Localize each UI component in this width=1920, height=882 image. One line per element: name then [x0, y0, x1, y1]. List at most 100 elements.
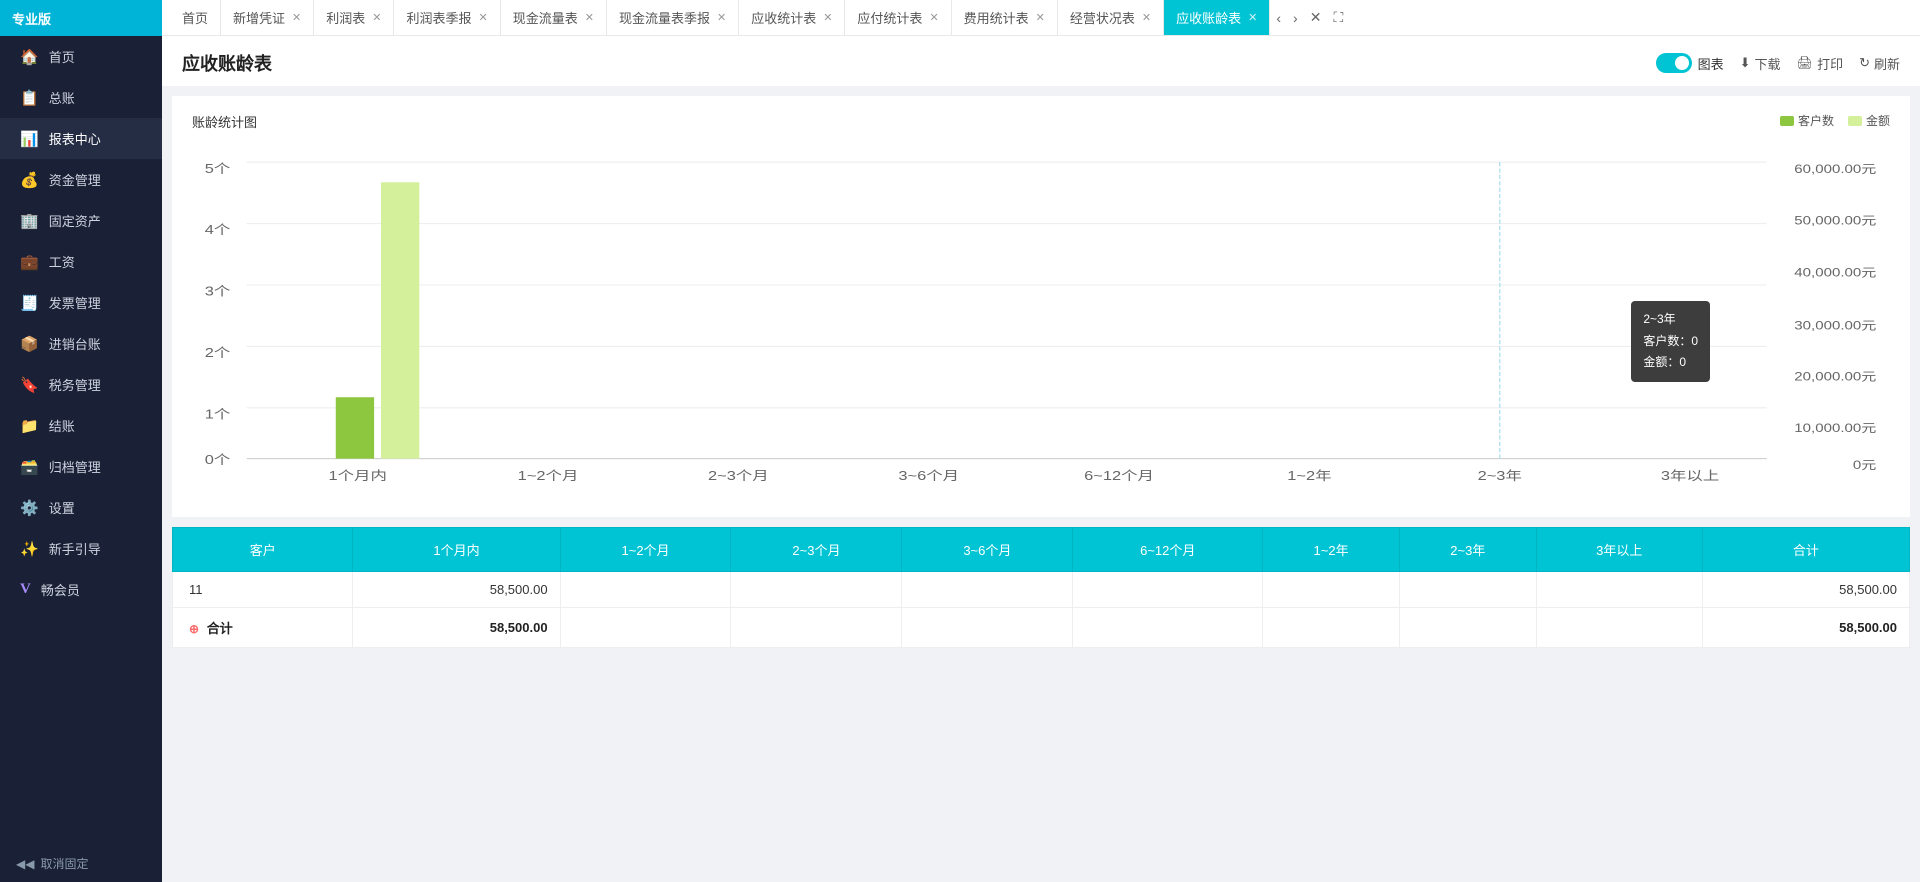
table-wrap: 客户 1个月内 1~2个月 2~3个月 3~6个月 6~12个月 1~2年 2~…: [172, 527, 1910, 648]
print-button[interactable]: 🖨 打印: [1797, 54, 1844, 73]
footer-total: 58,500.00: [1702, 608, 1909, 648]
legend-amount-color: [1848, 116, 1862, 126]
cell-y12: [1263, 572, 1400, 608]
col-m612: 6~12个月: [1073, 528, 1263, 572]
sidebar-item-assets[interactable]: 🏢 固定资产: [0, 200, 162, 241]
tab-receivable-stat[interactable]: 应收统计表 ✕: [739, 0, 845, 36]
svg-text:1个月内: 1个月内: [328, 469, 386, 484]
footer-label: ⊕ 合计: [173, 608, 353, 648]
tab-payable-stat[interactable]: 应付统计表 ✕: [845, 0, 951, 36]
tab-close-new-voucher[interactable]: ✕: [292, 11, 301, 24]
sidebar-item-archive[interactable]: 🗃️ 归档管理: [0, 446, 162, 487]
cell-m612: [1073, 572, 1263, 608]
tab-close-cashflow[interactable]: ✕: [585, 11, 594, 24]
download-button[interactable]: ⬇ 下载: [1740, 54, 1781, 73]
sidebar-item-invoice[interactable]: 🧾 发票管理: [0, 282, 162, 323]
cell-y3plus: [1536, 572, 1702, 608]
tab-cashflow-quarterly[interactable]: 现金流量表季报 ✕: [607, 0, 739, 36]
sidebar-item-vip[interactable]: V 畅会员: [0, 569, 162, 610]
bar-amount-0: [381, 182, 419, 458]
footer-m612: [1073, 608, 1263, 648]
salary-icon: 💼: [20, 253, 39, 271]
tax-icon: 🔖: [20, 376, 39, 394]
legend-customers: 客户数: [1780, 112, 1834, 129]
tab-close-cashflow-quarterly[interactable]: ✕: [717, 11, 726, 24]
chart-toggle[interactable]: [1656, 53, 1692, 73]
svg-text:4个: 4个: [205, 223, 231, 238]
sidebar-item-guide[interactable]: ✨ 新手引导: [0, 528, 162, 569]
table-footer-row: ⊕ 合计 58,500.00 58,500.00: [173, 608, 1910, 648]
svg-text:20,000.00元: 20,000.00元: [1794, 370, 1876, 383]
sidebar-item-close[interactable]: 📁 结账: [0, 405, 162, 446]
col-y3plus: 3年以上: [1536, 528, 1702, 572]
tab-cashflow[interactable]: 现金流量表 ✕: [501, 0, 607, 36]
cell-m12: [560, 572, 731, 608]
sidebar-item-inventory[interactable]: 📦 进销台账: [0, 323, 162, 364]
footer-y12: [1263, 608, 1400, 648]
settings-icon: ⚙️: [20, 499, 39, 517]
tab-close-profit[interactable]: ✕: [372, 11, 381, 24]
inventory-icon: 📦: [20, 335, 39, 353]
tab-expense-stat[interactable]: 费用统计表 ✕: [952, 0, 1058, 36]
assets-icon: 🏢: [20, 212, 39, 230]
svg-text:5个: 5个: [205, 162, 231, 177]
sidebar-item-tax[interactable]: 🔖 税务管理: [0, 364, 162, 405]
cell-m23: [731, 572, 902, 608]
svg-text:0元: 0元: [1853, 459, 1876, 472]
sidebar-item-ledger[interactable]: 📋 总账: [0, 77, 162, 118]
tab-close-business-stat[interactable]: ✕: [1142, 11, 1151, 24]
tab-ar-aging[interactable]: 应收账龄表 ✕: [1164, 0, 1270, 36]
cell-customer: 11: [173, 572, 353, 608]
vip-icon: V: [20, 581, 31, 598]
svg-text:3个: 3个: [205, 284, 231, 299]
tab-home[interactable]: 首页: [170, 0, 221, 36]
tab-close-ar-aging[interactable]: ✕: [1248, 11, 1257, 24]
tab-profit[interactable]: 利润表 ✕: [314, 0, 394, 36]
sidebar-item-settings[interactable]: ⚙️ 设置: [0, 487, 162, 528]
tab-new-voucher[interactable]: 新增凭证 ✕: [221, 0, 314, 36]
chart-toggle-label: 图表: [1698, 54, 1724, 73]
sidebar-item-home[interactable]: 🏠 首页: [0, 36, 162, 77]
svg-text:3年以上: 3年以上: [1661, 469, 1719, 484]
table-row: 11 58,500.00 58,500.00: [173, 572, 1910, 608]
tab-close-expense-stat[interactable]: ✕: [1036, 11, 1045, 24]
close-book-icon: 📁: [20, 417, 39, 435]
svg-text:30,000.00元: 30,000.00元: [1794, 319, 1876, 332]
sidebar-unpin-button[interactable]: ◀◀ 取消固定: [0, 845, 162, 882]
tab-next-button[interactable]: ›: [1287, 6, 1304, 30]
chart-container: 5个 4个 3个 2个 1个 0个 60,000.00元 50,000.00元 …: [192, 141, 1890, 501]
footer-m1: 58,500.00: [353, 608, 560, 648]
cell-m36: [902, 572, 1073, 608]
svg-text:2~3个月: 2~3个月: [708, 469, 769, 484]
refresh-icon: ↻: [1859, 55, 1870, 71]
svg-text:10,000.00元: 10,000.00元: [1794, 422, 1876, 435]
footer-m36: [902, 608, 1073, 648]
download-icon: ⬇: [1740, 55, 1751, 71]
chart-svg: 5个 4个 3个 2个 1个 0个 60,000.00元 50,000.00元 …: [192, 141, 1890, 501]
svg-text:3~6个月: 3~6个月: [898, 469, 959, 484]
tab-profit-quarterly[interactable]: 利润表季报 ✕: [394, 0, 500, 36]
sidebar-logo: 专业版: [0, 0, 162, 36]
tab-close-payable-stat[interactable]: ✕: [929, 11, 938, 24]
legend-amount: 金额: [1848, 112, 1890, 129]
tab-close-profit-quarterly[interactable]: ✕: [479, 11, 488, 24]
total-icon: ⊕: [189, 622, 199, 636]
archive-icon: 🗃️: [20, 458, 39, 476]
reports-icon: 📊: [20, 130, 39, 148]
sidebar-item-funds[interactable]: 💰 资金管理: [0, 159, 162, 200]
col-y23: 2~3年: [1399, 528, 1536, 572]
main-content: 首页 新增凭证 ✕ 利润表 ✕ 利润表季报 ✕ 现金流量表 ✕ 现金流量表季报 …: [162, 0, 1920, 882]
sidebar-item-salary[interactable]: 💼 工资: [0, 241, 162, 282]
refresh-button[interactable]: ↻ 刷新: [1859, 54, 1900, 73]
sidebar-item-reports[interactable]: 📊 报表中心: [0, 118, 162, 159]
legend-customers-color: [1780, 116, 1794, 126]
tab-maximize-button[interactable]: ⛶: [1327, 5, 1349, 30]
svg-text:50,000.00元: 50,000.00元: [1794, 214, 1876, 227]
tab-close-all-button[interactable]: ✕: [1304, 5, 1328, 30]
svg-text:40,000.00元: 40,000.00元: [1794, 266, 1876, 279]
chart-area: 账龄统计图 客户数 金额 5个 4个 3个 2个 1个: [172, 96, 1910, 517]
tab-prev-button[interactable]: ‹: [1270, 6, 1287, 30]
tab-business-stat[interactable]: 经营状况表 ✕: [1058, 0, 1164, 36]
invoice-icon: 🧾: [20, 294, 39, 312]
tab-close-receivable-stat[interactable]: ✕: [823, 11, 832, 24]
